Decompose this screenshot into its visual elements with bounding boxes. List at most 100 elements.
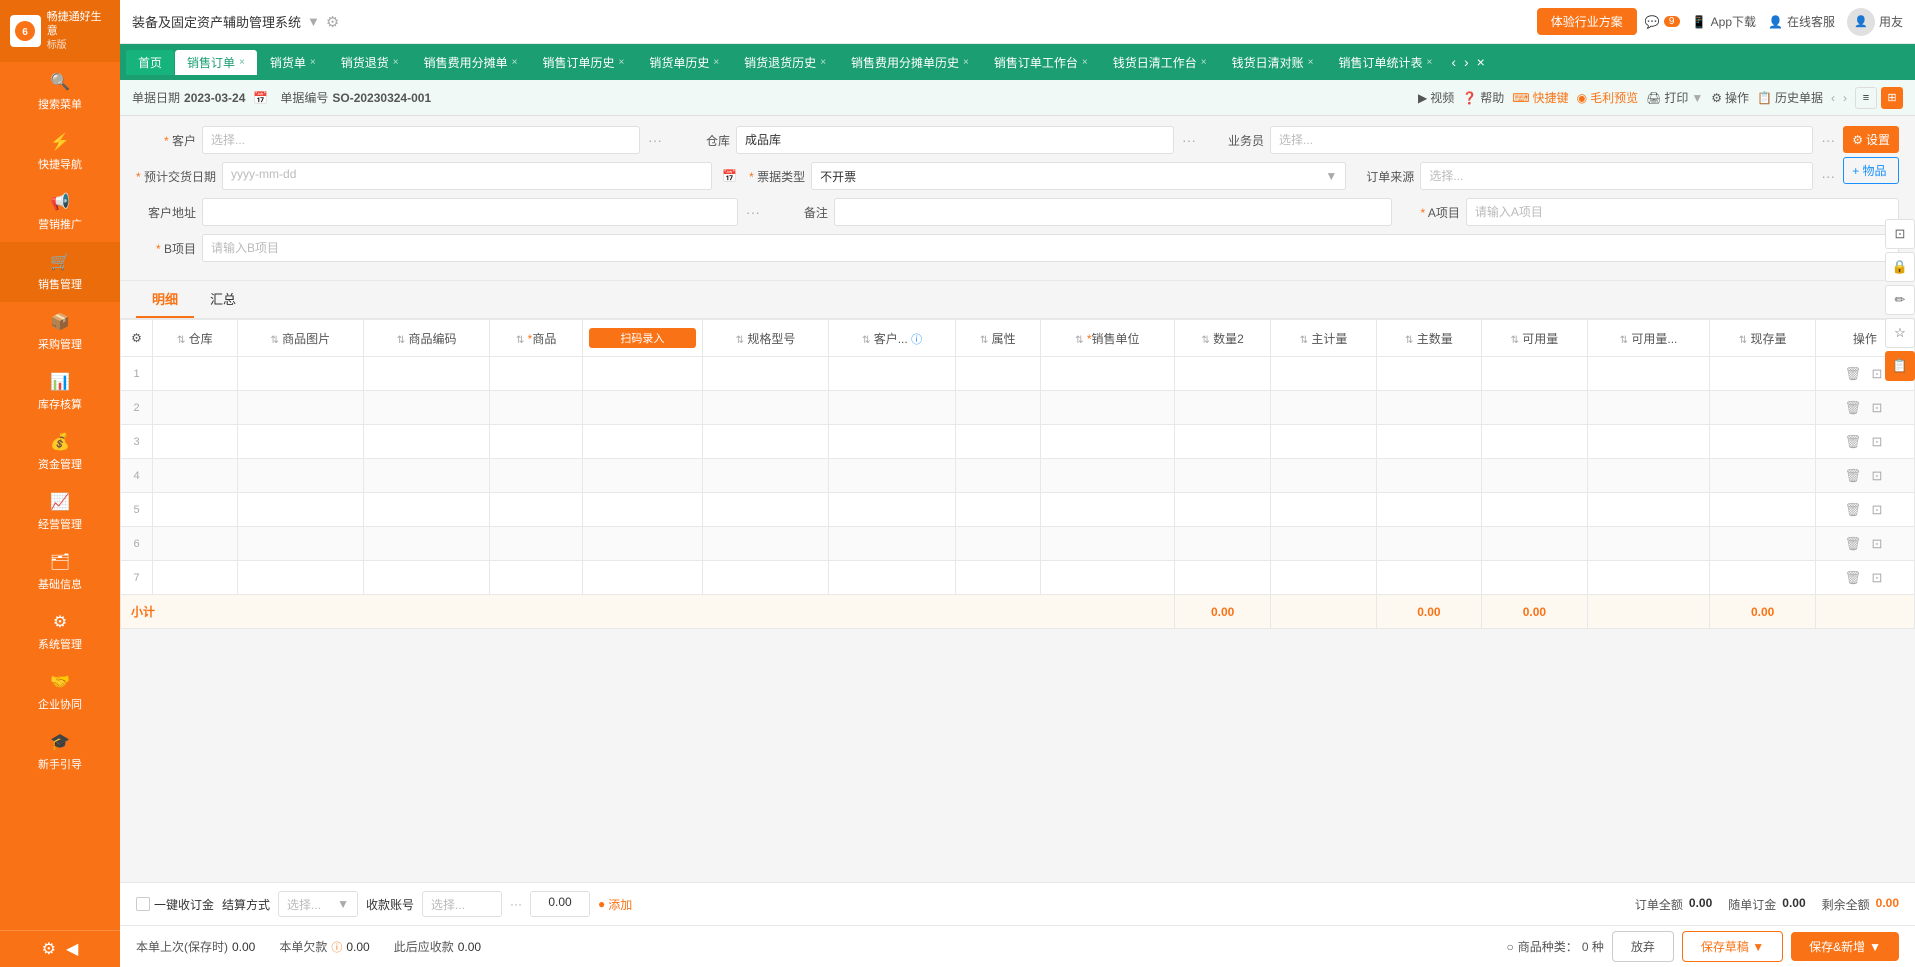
row-spec-5[interactable] <box>702 493 828 527</box>
tab-sales-fee-history[interactable]: 销售费用分摊单历史× <box>839 50 981 75</box>
row-warehouse-5[interactable] <box>153 493 238 527</box>
row-goods-7[interactable] <box>490 561 583 595</box>
row-code-7[interactable] <box>363 561 489 595</box>
tab-cash-reconcile[interactable]: 钱货日清对账× <box>1220 50 1326 75</box>
tab-close-cash-daily[interactable]: × <box>1201 57 1207 68</box>
payment-select[interactable]: 选择... ▼ <box>278 891 358 917</box>
help-btn[interactable]: ❓ 帮助 <box>1462 89 1504 106</box>
tab-close-sales-return-goods[interactable]: × <box>393 57 399 68</box>
row-available2-1[interactable] <box>1587 357 1710 391</box>
sidebar-logo[interactable]: 6 畅捷通好生意 标版 <box>0 0 120 62</box>
tab-close-cash-reconcile[interactable]: × <box>1308 57 1314 68</box>
row-main-qty-6[interactable] <box>1376 527 1481 561</box>
row-copy-1[interactable]: ⊡ <box>1867 364 1887 384</box>
history-btn[interactable]: 📋 历史单据 <box>1757 89 1823 106</box>
list-view-btn[interactable]: ≡ <box>1855 87 1877 109</box>
row-copy-5[interactable]: ⊡ <box>1867 500 1887 520</box>
row-unit-3[interactable] <box>1040 425 1174 459</box>
row-copy-4[interactable]: ⊡ <box>1867 466 1887 486</box>
row-stock-3[interactable] <box>1710 425 1815 459</box>
ra-btn-1[interactable]: ⊡ <box>1885 219 1915 249</box>
row-available2-4[interactable] <box>1587 459 1710 493</box>
row-spec-2[interactable] <box>702 391 828 425</box>
col-scan[interactable]: 扫码录入 <box>583 320 703 357</box>
shortcut-btn[interactable]: ⌨ 快捷键 <box>1512 89 1568 106</box>
save-new-dropdown-icon[interactable]: ▼ <box>1869 940 1881 954</box>
ra-btn-2[interactable]: 🔒 <box>1885 252 1915 282</box>
row-stock-6[interactable] <box>1710 527 1815 561</box>
row-warehouse-4[interactable] <box>153 459 238 493</box>
row-code-3[interactable] <box>363 425 489 459</box>
row-unit-5[interactable] <box>1040 493 1174 527</box>
bill-no-value[interactable]: SO-20230324-001 <box>332 91 431 105</box>
tab-close-sales-order-history[interactable]: × <box>618 57 624 68</box>
row-available-5[interactable] <box>1482 493 1587 527</box>
row-stock-5[interactable] <box>1710 493 1815 527</box>
tab-sales-return-goods[interactable]: 销货退货× <box>329 50 411 75</box>
row-warehouse-3[interactable] <box>153 425 238 459</box>
delivery-input[interactable]: yyyy-mm-dd <box>222 162 712 190</box>
row-stock-1[interactable] <box>1710 357 1815 391</box>
row-goods-5[interactable] <box>490 493 583 527</box>
row-qty2-7[interactable] <box>1175 561 1271 595</box>
row-image-7[interactable] <box>237 561 363 595</box>
discard-btn[interactable]: 放弃 <box>1612 931 1674 962</box>
tab-close-sales-order[interactable]: × <box>239 57 245 68</box>
tab-sales-fee[interactable]: 销售费用分摊单× <box>412 50 530 75</box>
customer-more-icon[interactable]: ··· <box>648 132 662 148</box>
tab-home[interactable]: 首页 <box>126 50 174 75</box>
online-service-btn[interactable]: 👤 在线客服 <box>1768 13 1835 30</box>
deposit-amount-input[interactable]: 0.00 <box>530 891 590 917</box>
row-main-unit-4[interactable] <box>1271 459 1376 493</box>
row-customer-code-4[interactable] <box>829 459 956 493</box>
row-main-unit-5[interactable] <box>1271 493 1376 527</box>
bill-date-value[interactable]: 2023-03-24 <box>184 91 245 105</box>
tab-close-sales-return[interactable]: × <box>310 57 316 68</box>
warehouse-input[interactable]: 成品库 <box>736 126 1174 154</box>
remark-input[interactable] <box>834 198 1392 226</box>
sidebar-item-enterprise[interactable]: 🤝 企业协同 <box>0 662 120 722</box>
ra-btn-4[interactable]: ☆ <box>1885 318 1915 348</box>
row-code-5[interactable] <box>363 493 489 527</box>
operation-btn[interactable]: ⚙ 操作 <box>1711 89 1749 106</box>
row-main-unit-6[interactable] <box>1271 527 1376 561</box>
account-select[interactable]: 选择... <box>422 891 502 917</box>
tab-close-sales-return-history[interactable]: × <box>713 57 719 68</box>
sidebar-item-marketing[interactable]: 📢 营销推广 <box>0 182 120 242</box>
message-btn[interactable]: 💬 9 <box>1645 15 1680 29</box>
row-available-4[interactable] <box>1482 459 1587 493</box>
row-copy-2[interactable]: ⊡ <box>1867 398 1887 418</box>
row-spec-6[interactable] <box>702 527 828 561</box>
row-stock-2[interactable] <box>1710 391 1815 425</box>
row-image-6[interactable] <box>237 527 363 561</box>
row-main-qty-1[interactable] <box>1376 357 1481 391</box>
sidebar-item-inventory[interactable]: 📊 库存核算 <box>0 362 120 422</box>
row-delete-4[interactable]: 🗑 <box>1843 466 1863 486</box>
sidebar-item-guide[interactable]: 🎓 新手引导 <box>0 722 120 782</box>
tab-close-sales-order-workbench[interactable]: × <box>1082 57 1088 68</box>
ra-btn-3[interactable]: ✏ <box>1885 285 1915 315</box>
row-available2-2[interactable] <box>1587 391 1710 425</box>
row-warehouse-2[interactable] <box>153 391 238 425</box>
sidebar-item-sales[interactable]: 🛒 销售管理 <box>0 242 120 302</box>
row-code-4[interactable] <box>363 459 489 493</box>
system-dropdown-icon[interactable]: ▼ <box>307 14 320 29</box>
row-delete-2[interactable]: 🗑 <box>1843 398 1863 418</box>
sidebar-collapse-icon[interactable]: ◀ <box>66 939 78 959</box>
detail-tab-detail[interactable]: 明细 <box>136 281 194 318</box>
row-attrs-2[interactable] <box>955 391 1040 425</box>
scan-btn[interactable]: 扫码录入 <box>589 328 696 348</box>
row-customer-code-2[interactable] <box>829 391 956 425</box>
row-qty2-6[interactable] <box>1175 527 1271 561</box>
address-input[interactable] <box>202 198 738 226</box>
row-qty2-5[interactable] <box>1175 493 1271 527</box>
bottom-more-icon[interactable]: ··· <box>510 897 522 911</box>
user-menu-btn[interactable]: 👤 用友 <box>1847 8 1903 36</box>
row-customer-code-7[interactable] <box>829 561 956 595</box>
row-scan-5[interactable] <box>583 493 703 527</box>
tab-sales-return-goods-history[interactable]: 销货退货历史× <box>732 50 838 75</box>
save-draft-btn[interactable]: 保存草稿 ▼ <box>1682 931 1783 962</box>
row-delete-1[interactable]: 🗑 <box>1843 364 1863 384</box>
tab-menu-btn[interactable]: × <box>1475 52 1487 72</box>
bill-date-calendar-icon[interactable]: 📅 <box>253 91 268 105</box>
